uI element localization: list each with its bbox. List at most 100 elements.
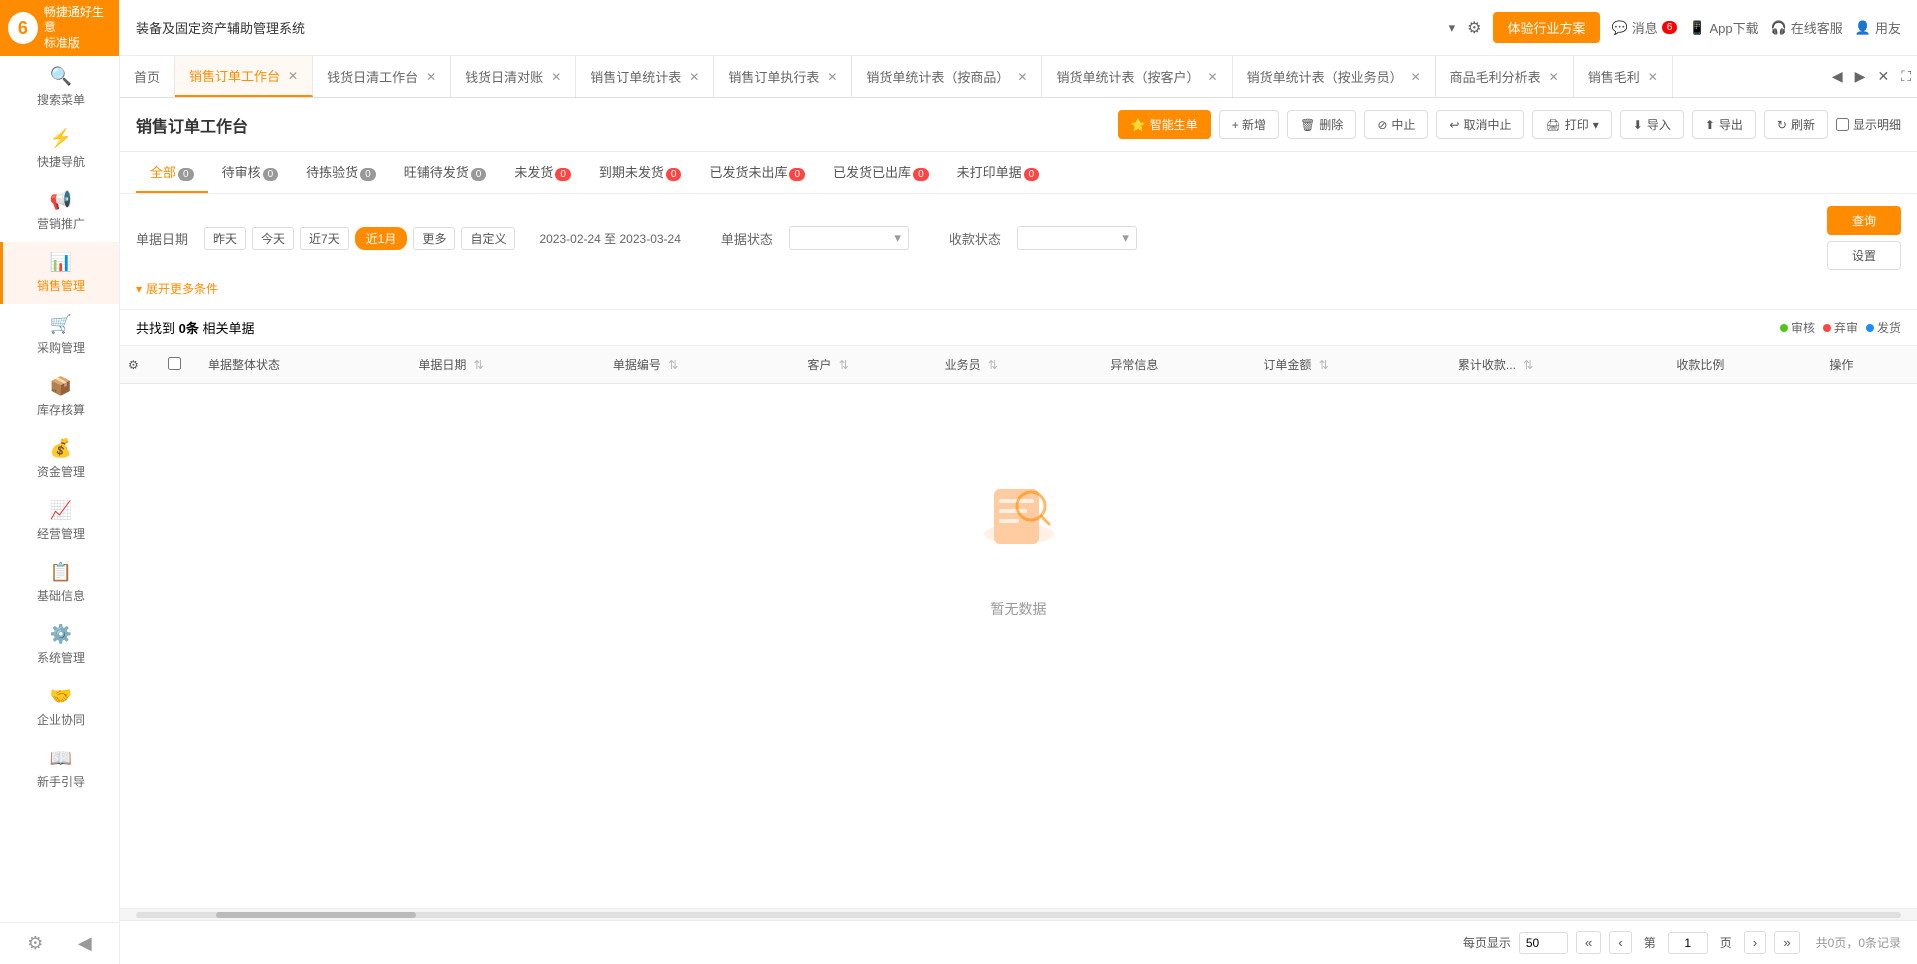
add-btn[interactable]: + 新增 [1219,110,1279,139]
sidebar-item-finance[interactable]: 💰 资金管理 [0,428,119,490]
topbar: 装备及固定资产辅助管理系统 ▾ ⚙ 体验行业方案 💬 消息 6 📱 App下载 … [120,0,1917,56]
tab-cash-daily[interactable]: 钱货日清工作台✕ [313,56,451,97]
tab-close-sales-revenue[interactable]: ✕ [1648,70,1658,84]
sub-tab-not-printed[interactable]: 未打印单据0 [943,152,1054,193]
sidebar-item-purchase[interactable]: 🛒 采购管理 [0,304,119,366]
tab-close-sales-order[interactable]: ✕ [288,69,298,83]
resume-icon: ↩ [1449,118,1459,132]
select-all-checkbox[interactable] [168,357,181,370]
date-btn-近1月[interactable]: 近1月 [355,227,408,250]
message-btn[interactable]: 💬 消息 6 [1612,18,1678,37]
sub-tab-shipped-out[interactable]: 已发货已出库0 [819,152,943,193]
tab-sales-summary-prod[interactable]: 销货单统计表（按商品）✕ [852,56,1042,97]
app-download-btn[interactable]: 📱 App下载 [1689,18,1758,37]
empty-icon [969,464,1069,583]
sub-tab-pending-review[interactable]: 待审核0 [208,152,293,193]
query-btn[interactable]: 查询 [1827,206,1901,235]
sidebar-item-inventory[interactable]: 📦 库存核算 [0,366,119,428]
date-btn-更多[interactable]: 更多 [413,227,455,250]
date-btn-近7天[interactable]: 近7天 [300,227,349,250]
tab-sales-summary-staff[interactable]: 销货单统计表（按业务员）✕ [1233,56,1436,97]
refresh-btn[interactable]: ↻ 刷新 [1764,110,1828,139]
tab-close-cash-reconcile[interactable]: ✕ [551,70,561,84]
sidebar-item-search[interactable]: 🔍 搜索菜单 [0,56,119,118]
tab-home[interactable]: 首页 [120,56,175,97]
settings-icon[interactable]: ⚙ [27,933,43,954]
show-detail-checkbox[interactable] [1836,118,1849,131]
user-btn[interactable]: 👤 用友 [1855,18,1901,37]
page-input[interactable] [1668,932,1708,954]
delete-label: 删除 [1319,116,1343,133]
smart-btn[interactable]: ⭐ 智能生单 [1118,110,1211,139]
horizontal-scroll[interactable] [120,908,1917,920]
delete-btn[interactable]: 🗑 删除 [1287,110,1356,139]
delete-icon: 🗑 [1300,118,1315,132]
sidebar-item-system[interactable]: ⚙️ 系统管理 [0,614,119,676]
export-btn[interactable]: ⬆ 导出 [1692,110,1756,139]
sub-tab-wangpu-pending[interactable]: 旺铺待发货0 [390,152,501,193]
first-page-btn[interactable]: « [1576,931,1601,954]
tab-close-sales-summary-prod[interactable]: ✕ [1017,70,1027,84]
tab-close-sales-stat[interactable]: ✕ [689,70,699,84]
status-select[interactable] [789,226,909,250]
tab-scroll-right[interactable]: ▶ [1849,60,1872,93]
date-btn-今天[interactable]: 今天 [252,227,294,250]
scroll-thumb[interactable] [216,912,416,918]
tab-sales-revenue[interactable]: 销售毛利✕ [1574,56,1673,97]
sub-tab-overdue-not-shipped[interactable]: 到期未发货0 [585,152,696,193]
sidebar-item-quick-nav[interactable]: ⚡ 快捷导航 [0,118,119,180]
sub-tabs: 全部0待审核0待拣验货0旺铺待发货0未发货0到期未发货0已发货未出库0已发货已出… [120,152,1917,194]
tab-sales-summary-cust[interactable]: 销货单统计表（按客户）✕ [1042,56,1232,97]
tab-close-all[interactable]: ✕ [1871,60,1895,93]
sub-tab-all[interactable]: 全部0 [136,152,208,193]
sub-tab-not-shipped[interactable]: 未发货0 [500,152,585,193]
tab-sales-stat[interactable]: 销售订单统计表✕ [576,56,714,97]
sub-tab-shipped-not-out[interactable]: 已发货未出库0 [695,152,819,193]
tab-cash-reconcile[interactable]: 钱货日清对账 ✕ [451,56,576,97]
settings-filter-btn[interactable]: 设置 [1827,241,1901,270]
date-btn-昨天[interactable]: 昨天 [204,227,246,250]
sidebar-item-base-info[interactable]: 📋 基础信息 [0,552,119,614]
per-page-select[interactable]: 50 10 20 100 [1519,932,1568,954]
sidebar-item-marketing[interactable]: 📢 营销推广 [0,180,119,242]
finance-label: 资金管理 [37,463,85,480]
tab-product-margin[interactable]: 商品毛利分析表✕ [1436,56,1574,97]
tab-label-cash-reconcile: 钱货日清对账 [465,67,543,86]
payment-select[interactable] [1017,226,1137,250]
tab-close-sales-summary-staff[interactable]: ✕ [1411,70,1421,84]
cancel-review-btn[interactable]: 弃审 [1823,319,1858,336]
last-page-btn[interactable]: » [1774,931,1799,954]
next-page-btn[interactable]: › [1744,931,1766,954]
dropdown-icon[interactable]: ▾ [1449,20,1456,36]
tab-close-sales-summary-cust[interactable]: ✕ [1208,70,1218,84]
sub-tab-label-shipped-out: 已发货已出库 [833,165,911,180]
page-title: 销售订单工作台 [136,113,248,137]
tab-close-sales-exec[interactable]: ✕ [827,70,837,84]
tab-scroll-left[interactable]: ◀ [1826,60,1849,93]
suspend-btn[interactable]: ⊘ 中止 [1364,110,1428,139]
online-service-btn[interactable]: 🎧 在线客服 [1771,18,1843,37]
prev-page-btn[interactable]: ‹ [1609,931,1631,954]
sidebar-item-cooperation[interactable]: 🤝 企业协同 [0,676,119,738]
sidebar-item-operations[interactable]: 📈 经营管理 [0,490,119,552]
trial-btn[interactable]: 体验行业方案 [1493,12,1599,43]
payment-filter-label: 收款状态 [949,229,1001,248]
expand-label: 展开更多条件 [146,280,218,297]
review-action-btn[interactable]: 审核 [1780,319,1815,336]
import-btn[interactable]: ⬇ 导入 [1620,110,1684,139]
tab-sales-exec[interactable]: 销售订单执行表✕ [714,56,852,97]
settings-topbar-icon[interactable]: ⚙ [1467,18,1481,38]
tab-close-product-margin[interactable]: ✕ [1549,70,1559,84]
date-btn-自定义[interactable]: 自定义 [461,227,515,250]
cancel-suspend-btn[interactable]: ↩ 取消中止 [1436,110,1524,139]
sidebar-item-sales[interactable]: 📊 销售管理 [0,242,119,304]
sub-tab-pending-inspect[interactable]: 待拣验货0 [292,152,390,193]
tab-sales-order[interactable]: 销售订单工作台✕ [175,56,313,97]
print-btn[interactable]: 🖨 打印 ▾ [1532,110,1611,139]
expand-btn[interactable]: ▾ 展开更多条件 [136,280,1901,297]
collapse-icon[interactable]: ◀ [78,933,92,954]
tab-maximize[interactable]: ⛶ [1895,60,1917,93]
sidebar-item-guide[interactable]: 📖 新手引导 [0,738,119,800]
tab-close-cash-daily[interactable]: ✕ [426,70,436,84]
ship-action-btn[interactable]: 发货 [1866,319,1901,336]
